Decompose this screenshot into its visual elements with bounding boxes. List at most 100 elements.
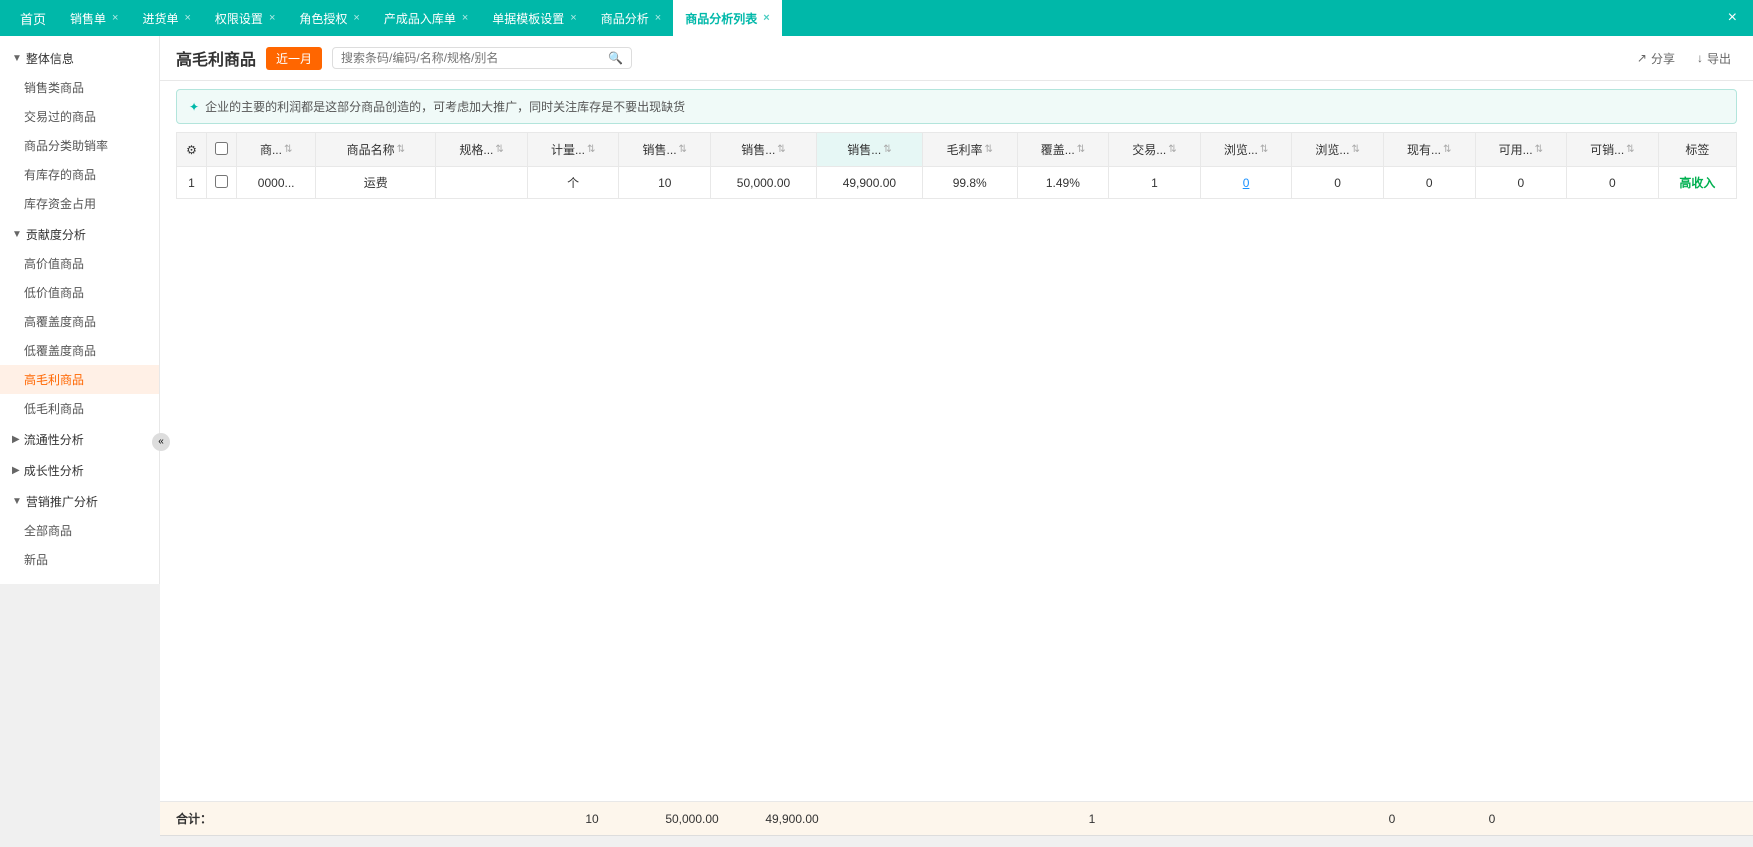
sidebar-item-low-margin[interactable]: 低毛利商品	[0, 394, 159, 423]
footer-label: 合计：	[176, 810, 212, 827]
footer-sales3: 49,900.00	[752, 812, 832, 826]
close-template-tab[interactable]: ×	[570, 12, 576, 24]
sidebar-section-overall-title[interactable]: ▼ 整体信息	[0, 44, 159, 73]
close-analysis-tab[interactable]: ×	[655, 12, 661, 24]
col-sales2[interactable]: 销售... ⇅	[711, 133, 817, 167]
sidebar-section-growth-title[interactable]: ▶ 成长性分析	[0, 456, 159, 485]
col-coverage[interactable]: 覆盖... ⇅	[1017, 133, 1109, 167]
sidebar-item-traded-goods[interactable]: 交易过的商品	[0, 102, 159, 131]
sidebar-section-marketing-title[interactable]: ▼ 营销推广分析	[0, 487, 159, 516]
sidebar-item-low-coverage[interactable]: 低覆盖度商品	[0, 336, 159, 365]
cell-coverage: 1.49%	[1017, 167, 1109, 199]
sidebar: ▼ 整体信息 销售类商品 交易过的商品 商品分类助销率 有库存的商品 库存资金占…	[0, 36, 160, 584]
sort-icon-browse1: ⇅	[1260, 144, 1268, 155]
sort-icon-unit: ⇅	[587, 144, 595, 155]
col-code[interactable]: 商... ⇅	[237, 133, 316, 167]
col-sales1[interactable]: 销售... ⇅	[619, 133, 711, 167]
sort-icon-current: ⇅	[1443, 144, 1451, 155]
col-available[interactable]: 可用... ⇅	[1475, 133, 1567, 167]
col-browse1[interactable]: 浏览... ⇅	[1200, 133, 1292, 167]
col-tag[interactable]: 标签	[1658, 133, 1736, 167]
table-row: 1 0000... 运费 个 10 50,000.00 49,900.00 99…	[177, 167, 1737, 199]
col-sellable[interactable]: 可销... ⇅	[1567, 133, 1659, 167]
sidebar-item-new-goods[interactable]: 新品	[0, 545, 159, 574]
col-settings[interactable]: ⚙	[177, 133, 207, 167]
sidebar-item-low-value[interactable]: 低价值商品	[0, 278, 159, 307]
horizontal-scrollbar[interactable]	[160, 835, 1753, 847]
close-analysis-list-tab[interactable]: ×	[763, 12, 769, 24]
sidebar-item-inventory-capital[interactable]: 库存资金占用	[0, 189, 159, 218]
select-all-checkbox[interactable]	[215, 142, 228, 155]
filter-month-button[interactable]: 近一月	[266, 47, 322, 70]
col-gross-rate[interactable]: 毛利率 ⇅	[922, 133, 1017, 167]
close-purchase-tab[interactable]: ×	[184, 12, 190, 24]
nav-template-settings[interactable]: 单据模板设置 ×	[480, 0, 588, 36]
tag-label: 高收入	[1679, 176, 1715, 190]
sidebar-item-high-coverage[interactable]: 高覆盖度商品	[0, 307, 159, 336]
info-icon: ✦	[189, 100, 199, 114]
sort-icon-transaction: ⇅	[1168, 144, 1176, 155]
sidebar-item-high-margin[interactable]: 高毛利商品	[0, 365, 159, 394]
browse1-link[interactable]: 0	[1243, 176, 1250, 190]
col-sales3[interactable]: 销售... ⇅	[816, 133, 922, 167]
col-spec[interactable]: 规格... ⇅	[436, 133, 528, 167]
close-roles-tab[interactable]: ×	[353, 12, 359, 24]
share-button[interactable]: ↗ 分享	[1631, 47, 1681, 70]
nav-sales[interactable]: 销售单 ×	[58, 0, 130, 36]
col-unit[interactable]: 计量... ⇅	[527, 133, 619, 167]
sidebar-wrapper: ▼ 整体信息 销售类商品 交易过的商品 商品分类助销率 有库存的商品 库存资金占…	[0, 36, 160, 847]
sidebar-collapse-btn[interactable]: «	[152, 433, 170, 451]
close-sales-tab[interactable]: ×	[112, 12, 118, 24]
nav-product-analysis-list[interactable]: 商品分析列表 ×	[673, 0, 781, 36]
footer-current: 0	[1352, 812, 1432, 826]
col-current[interactable]: 现有... ⇅	[1383, 133, 1475, 167]
window-close-button[interactable]: ×	[1720, 9, 1745, 27]
search-icon[interactable]: 🔍	[608, 51, 623, 65]
sort-icon-coverage: ⇅	[1077, 144, 1085, 155]
close-product-entry-tab[interactable]: ×	[462, 12, 468, 24]
cell-code: 0000...	[237, 167, 316, 199]
nav-product-entry[interactable]: 产成品入库单 ×	[372, 0, 480, 36]
sidebar-item-sales-goods[interactable]: 销售类商品	[0, 73, 159, 102]
sidebar-section-contribution-title[interactable]: ▼ 贡献度分析	[0, 220, 159, 249]
nav-home[interactable]: 首页	[8, 0, 58, 36]
info-text: 企业的主要的利润都是这部分商品创造的，可考虑加大推广，同时关注库存是不要出现缺货	[205, 98, 685, 115]
top-navigation: 首页 销售单 × 进货单 × 权限设置 × 角色授权 × 产成品入库单 × 单据…	[0, 0, 1753, 36]
search-input[interactable]	[341, 51, 604, 65]
search-box: 🔍	[332, 47, 632, 69]
nav-roles[interactable]: 角色授权 ×	[287, 0, 371, 36]
main-layout: ▼ 整体信息 销售类商品 交易过的商品 商品分类助销率 有库存的商品 库存资金占…	[0, 36, 1753, 847]
content-area: 高毛利商品 近一月 🔍 ↗ 分享 ↓ 导出 ✦ 企业的主要的利润都是这部分商品创…	[160, 36, 1753, 847]
close-permissions-tab[interactable]: ×	[269, 12, 275, 24]
sidebar-section-overall: ▼ 整体信息 销售类商品 交易过的商品 商品分类助销率 有库存的商品 库存资金占…	[0, 44, 159, 218]
col-checkbox	[207, 133, 237, 167]
cell-spec	[436, 167, 528, 199]
cell-unit: 个	[527, 167, 619, 199]
sidebar-item-high-value[interactable]: 高价值商品	[0, 249, 159, 278]
sidebar-section-liquidity-title[interactable]: ▶ 流通性分析	[0, 425, 159, 454]
nav-product-analysis[interactable]: 商品分析 ×	[589, 0, 673, 36]
sidebar-item-all-goods[interactable]: 全部商品	[0, 516, 159, 545]
section-arrow-growth: ▶	[12, 465, 20, 476]
sidebar-item-stocked-goods[interactable]: 有库存的商品	[0, 160, 159, 189]
export-button[interactable]: ↓ 导出	[1691, 47, 1737, 70]
col-name[interactable]: 商品名称 ⇅	[316, 133, 436, 167]
footer-sales1: 10	[552, 812, 632, 826]
sidebar-item-category-rate[interactable]: 商品分类助销率	[0, 131, 159, 160]
cell-current: 0	[1383, 167, 1475, 199]
export-icon: ↓	[1697, 51, 1703, 65]
nav-purchase[interactable]: 进货单 ×	[130, 0, 202, 36]
cell-browse1[interactable]: 0	[1200, 167, 1292, 199]
sidebar-section-marketing: ▼ 营销推广分析 全部商品 新品	[0, 487, 159, 574]
action-buttons: ↗ 分享 ↓ 导出	[1631, 47, 1737, 70]
sidebar-section-growth: ▶ 成长性分析	[0, 456, 159, 485]
cell-index: 1	[177, 167, 207, 199]
row-checkbox[interactable]	[215, 175, 228, 188]
col-browse2[interactable]: 浏览... ⇅	[1292, 133, 1384, 167]
section-arrow-liquidity: ▶	[12, 434, 20, 445]
cell-sales3: 49,900.00	[816, 167, 922, 199]
nav-permissions[interactable]: 权限设置 ×	[203, 0, 287, 36]
table-footer: 合计： 10 50,000.00 49,900.00 1 0 0	[160, 801, 1753, 835]
col-transaction[interactable]: 交易... ⇅	[1109, 133, 1201, 167]
cell-name: 运费	[316, 167, 436, 199]
